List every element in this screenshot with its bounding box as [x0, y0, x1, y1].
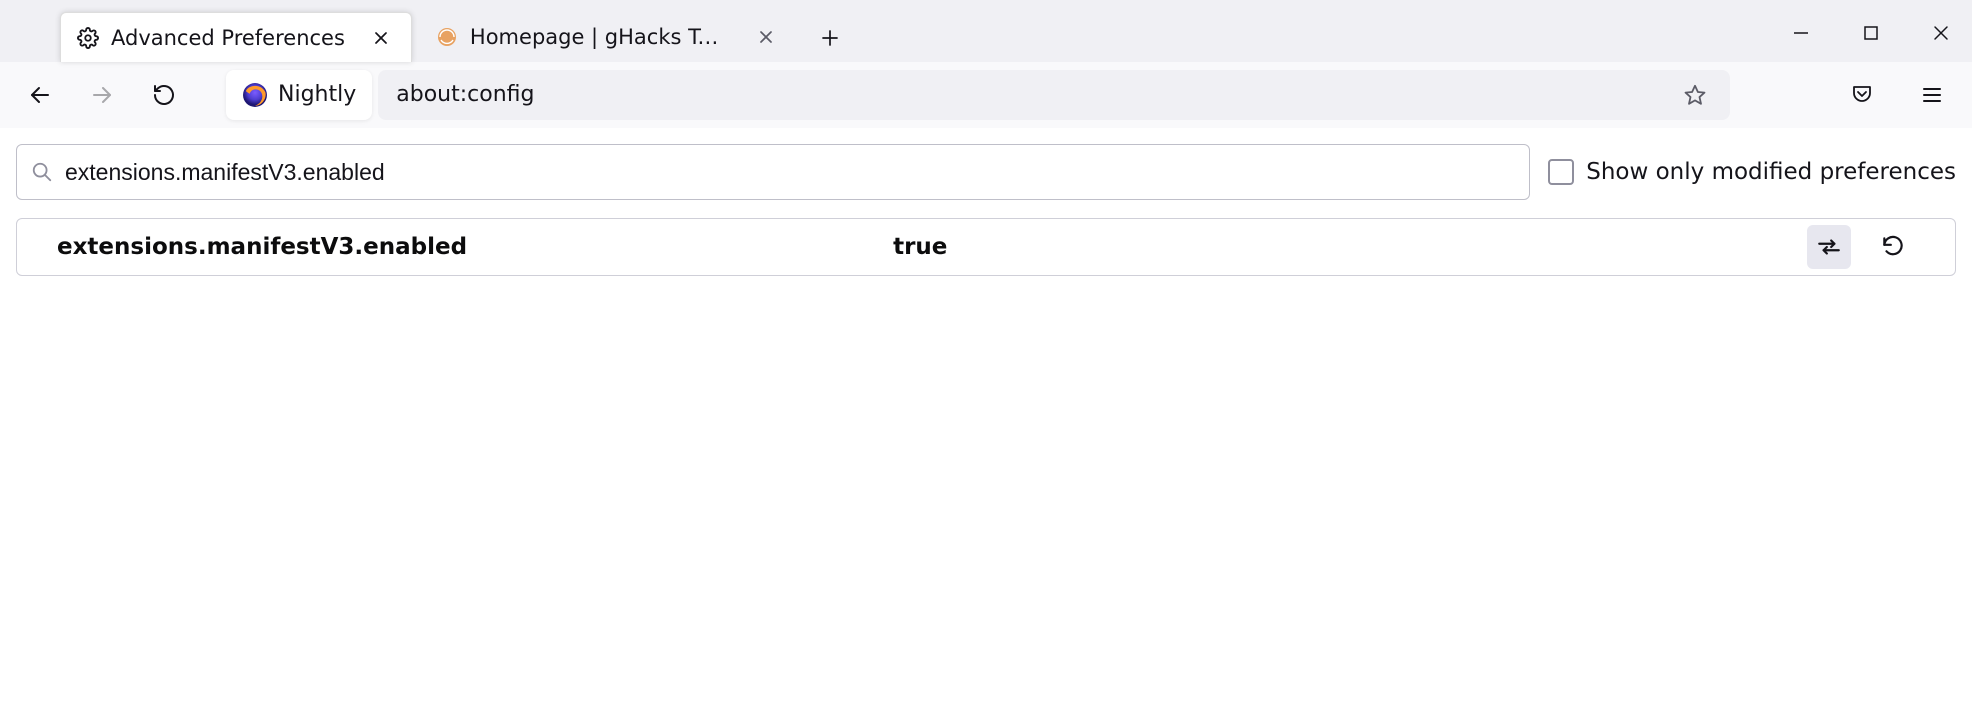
pref-search-box[interactable] [16, 144, 1530, 200]
ghacks-favicon [436, 26, 458, 48]
navigation-toolbar: Nightly about:config [0, 62, 1972, 128]
search-icon [31, 161, 53, 183]
tab-advanced-preferences[interactable]: Advanced Preferences [60, 12, 412, 62]
forward-button[interactable] [82, 75, 122, 115]
identity-box[interactable]: Nightly [226, 70, 372, 120]
window-maximize-button[interactable] [1850, 12, 1892, 54]
pref-toggle-button[interactable] [1807, 225, 1851, 269]
reload-button[interactable] [144, 75, 184, 115]
pref-search-input[interactable] [65, 159, 1515, 186]
aboutconfig-content: Show only modified preferences extension… [0, 128, 1972, 292]
tab-title: Homepage | gHacks Technology [470, 25, 730, 49]
firefox-nightly-icon [242, 82, 268, 108]
pref-table: extensions.manifestV3.enabled true [16, 218, 1956, 276]
window-minimize-button[interactable] [1780, 12, 1822, 54]
window-close-button[interactable] [1920, 12, 1962, 54]
show-only-modified-label: Show only modified preferences [1586, 159, 1956, 185]
url-text: about:config [396, 82, 1678, 107]
tab-title: Advanced Preferences [111, 26, 345, 50]
checkbox-icon[interactable] [1548, 159, 1574, 185]
pocket-button[interactable] [1842, 75, 1882, 115]
bookmark-star-button[interactable] [1678, 78, 1712, 112]
pref-value: true [893, 234, 1807, 260]
window-controls [1780, 12, 1962, 54]
app-menu-button[interactable] [1912, 75, 1952, 115]
pref-reset-button[interactable] [1871, 225, 1915, 269]
gear-icon [77, 27, 99, 49]
tab-ghacks[interactable]: Homepage | gHacks Technology [420, 12, 796, 62]
pref-name: extensions.manifestV3.enabled [57, 234, 893, 260]
tab-close-button[interactable] [367, 24, 395, 52]
tab-close-button[interactable] [752, 23, 780, 51]
tab-strip: Advanced Preferences Homepage | gHacks T… [0, 0, 1972, 62]
new-tab-button[interactable] [810, 18, 850, 58]
show-only-modified-toggle[interactable]: Show only modified preferences [1548, 159, 1956, 185]
back-button[interactable] [20, 75, 60, 115]
pref-row: extensions.manifestV3.enabled true [17, 219, 1955, 275]
url-bar[interactable]: about:config [378, 70, 1730, 120]
identity-label: Nightly [278, 82, 356, 107]
